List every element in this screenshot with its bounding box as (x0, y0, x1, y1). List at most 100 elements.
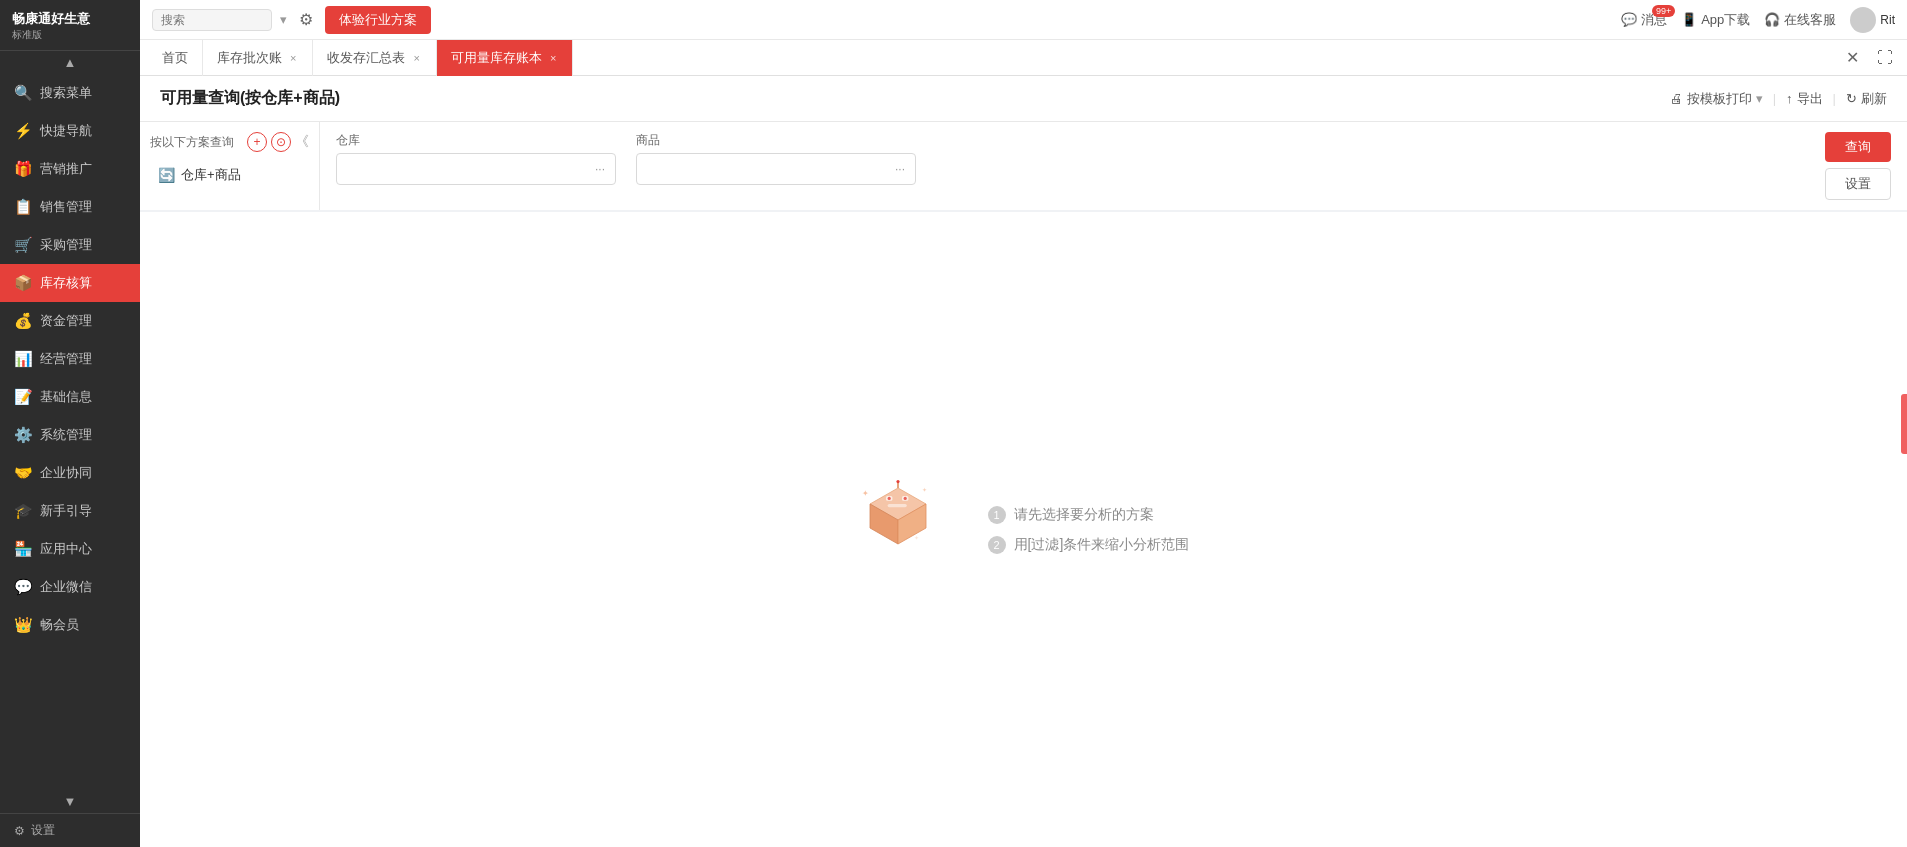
sidebar-item-label-operations: 经营管理 (40, 350, 92, 368)
scheme-panel: 按以下方案查询 + ⊙ 《 🔄 仓库+商品 (140, 122, 320, 210)
sidebar-item-label-finance: 资金管理 (40, 312, 92, 330)
tab-maximize-button[interactable]: ⛶ (1871, 47, 1899, 69)
tab-home[interactable]: 首页 (148, 40, 203, 76)
svg-text:✦: ✦ (914, 534, 919, 541)
wechat-icon: 💬 (14, 578, 32, 596)
sidebar-item-newbie[interactable]: 🎓 新手引导 (0, 492, 140, 530)
tab-close-all-button[interactable]: ✕ (1840, 46, 1865, 69)
tabbar: 首页 库存批次账 × 收发存汇总表 × 可用量库存账本 × ✕ ⛶ (140, 40, 1907, 76)
tab-collect-summary-close[interactable]: × (411, 51, 421, 65)
logo-title: 畅康通好生意 (12, 10, 128, 28)
app-download-button[interactable]: 📱 App下载 (1681, 11, 1750, 29)
tab-collect-summary-label: 收发存汇总表 (327, 49, 405, 67)
sidebar-item-marketing[interactable]: 🎁 营销推广 (0, 150, 140, 188)
svg-text:✦: ✦ (922, 486, 927, 493)
export-label: 导出 (1797, 90, 1823, 108)
search-input[interactable] (152, 9, 272, 31)
tab-available-ledger-close[interactable]: × (548, 51, 558, 65)
empty-illustration: ✦ ✦ ✦ (858, 480, 958, 580)
sidebar-item-basic[interactable]: 📝 基础信息 (0, 378, 140, 416)
sidebar-item-label-system: 系统管理 (40, 426, 92, 444)
trial-button[interactable]: 体验行业方案 (325, 6, 431, 34)
gear-icon[interactable]: ⚙ (299, 10, 313, 29)
sidebar-item-wechat[interactable]: 💬 企业微信 (0, 568, 140, 606)
marketing-icon: 🎁 (14, 160, 32, 178)
username-label: Rit (1880, 13, 1895, 27)
right-scroll-hint (1901, 394, 1907, 454)
filter-warehouse-input-wrap: ··· (336, 153, 616, 185)
sidebar-item-system[interactable]: ⚙️ 系统管理 (0, 416, 140, 454)
sidebar-item-label-marketing: 营销推广 (40, 160, 92, 178)
sidebar-item-enterprise[interactable]: 🤝 企业协同 (0, 454, 140, 492)
scheme-edit-button[interactable]: ⊙ (271, 132, 291, 152)
sidebar-item-member[interactable]: 👑 畅会员 (0, 606, 140, 644)
sidebar-item-purchase[interactable]: 🛒 采购管理 (0, 226, 140, 264)
filter-goods-label: 商品 (636, 132, 916, 149)
refresh-label: 刷新 (1861, 90, 1887, 108)
settings-button[interactable]: 设置 (1825, 168, 1891, 200)
quick-nav-icon: ⚡ (14, 122, 32, 140)
newbie-icon: 🎓 (14, 502, 32, 520)
dropdown-icon[interactable]: ▾ (280, 12, 287, 27)
tab-available-ledger[interactable]: 可用量库存账本 × (437, 40, 573, 76)
page-header-actions: 🖨 按模板打印 ▾ | ↑ 导出 | ↻ 刷新 (1670, 90, 1887, 120)
step-num-2: 2 (988, 536, 1006, 554)
refresh-icon: ↻ (1846, 91, 1857, 106)
user-area[interactable]: Rit (1850, 7, 1895, 33)
tab-inventory-batch-close[interactable]: × (288, 51, 298, 65)
scheme-item-warehouse-goods[interactable]: 🔄 仓库+商品 (150, 160, 309, 190)
svg-point-6 (903, 496, 906, 499)
purchase-icon: 🛒 (14, 236, 32, 254)
separator-2: | (1833, 91, 1836, 106)
refresh-button[interactable]: ↻ 刷新 (1846, 90, 1887, 108)
sidebar-item-inventory[interactable]: 📦 库存核算 (0, 264, 140, 302)
filter-row: 仓库 ··· 商品 ··· (320, 122, 1825, 210)
print-dropdown-icon[interactable]: ▾ (1756, 91, 1763, 106)
filter-warehouse-group: 仓库 ··· (336, 132, 616, 185)
scheme-add-button[interactable]: + (247, 132, 267, 152)
sidebar-item-finance[interactable]: 💰 资金管理 (0, 302, 140, 340)
sidebar-item-label-newbie: 新手引导 (40, 502, 92, 520)
print-button[interactable]: 🖨 按模板打印 ▾ (1670, 90, 1763, 108)
page-content: 可用量查询(按仓库+商品) 🖨 按模板打印 ▾ | ↑ 导出 | ↻ 刷新 (140, 76, 1907, 847)
sidebar-scroll-up[interactable]: ▲ (0, 51, 140, 74)
tab-inventory-batch[interactable]: 库存批次账 × (203, 40, 313, 76)
sidebar-scroll-down[interactable]: ▼ (0, 790, 140, 813)
scheme-panel-header: 按以下方案查询 + ⊙ 《 (150, 132, 309, 152)
message-button[interactable]: 💬 消息 99+ (1621, 11, 1667, 29)
svg-point-9 (896, 480, 899, 483)
filter-goods-group: 商品 ··· (636, 132, 916, 185)
sidebar-item-operations[interactable]: 📊 经营管理 (0, 340, 140, 378)
sidebar-bottom[interactable]: ⚙ 设置 (0, 813, 140, 847)
scheme-panel-title: 按以下方案查询 (150, 134, 234, 151)
topbar: ▾ ⚙ 体验行业方案 💬 消息 99+ 📱 App下载 🎧 在线客服 Rit (140, 0, 1907, 40)
empty-step-1: 1 请先选择要分析的方案 (988, 506, 1190, 524)
page-header: 可用量查询(按仓库+商品) 🖨 按模板打印 ▾ | ↑ 导出 | ↻ 刷新 (140, 76, 1907, 122)
tabbar-end: ✕ ⛶ (1840, 46, 1899, 69)
online-service-button[interactable]: 🎧 在线客服 (1764, 11, 1836, 29)
sidebar-item-label-basic: 基础信息 (40, 388, 92, 406)
print-icon: 🖨 (1670, 91, 1683, 106)
main-area: ▾ ⚙ 体验行业方案 💬 消息 99+ 📱 App下载 🎧 在线客服 Rit (140, 0, 1907, 847)
empty-texts: 1 请先选择要分析的方案 2 用[过滤]条件来缩小分析范围 (988, 506, 1190, 554)
tab-home-label: 首页 (162, 49, 188, 67)
filter-warehouse-more-btn[interactable]: ··· (593, 160, 607, 178)
cube-svg: ✦ ✦ ✦ (858, 480, 938, 560)
sidebar-item-label-purchase: 采购管理 (40, 236, 92, 254)
filter-goods-more-btn[interactable]: ··· (893, 160, 907, 178)
tab-inventory-batch-label: 库存批次账 (217, 49, 282, 67)
export-button[interactable]: ↑ 导出 (1786, 90, 1823, 108)
query-button[interactable]: 查询 (1825, 132, 1891, 162)
tab-available-ledger-label: 可用量库存账本 (451, 49, 542, 67)
sidebar-item-search[interactable]: 🔍 搜索菜单 (0, 74, 140, 112)
tab-collect-summary[interactable]: 收发存汇总表 × (313, 40, 436, 76)
scheme-collapse-button[interactable]: 《 (295, 133, 309, 151)
empty-area: ✦ ✦ ✦ 1 请先选择要分析的方案 2 用[过滤]条件来缩小分析范围 (140, 212, 1907, 847)
sidebar-item-sales[interactable]: 📋 销售管理 (0, 188, 140, 226)
empty-step-2: 2 用[过滤]条件来缩小分析范围 (988, 536, 1190, 554)
filter-warehouse-input[interactable] (345, 162, 593, 177)
filter-goods-input-wrap: ··· (636, 153, 916, 185)
filter-goods-input[interactable] (645, 162, 893, 177)
sidebar-item-appstore[interactable]: 🏪 应用中心 (0, 530, 140, 568)
sidebar-item-quick-nav[interactable]: ⚡ 快捷导航 (0, 112, 140, 150)
